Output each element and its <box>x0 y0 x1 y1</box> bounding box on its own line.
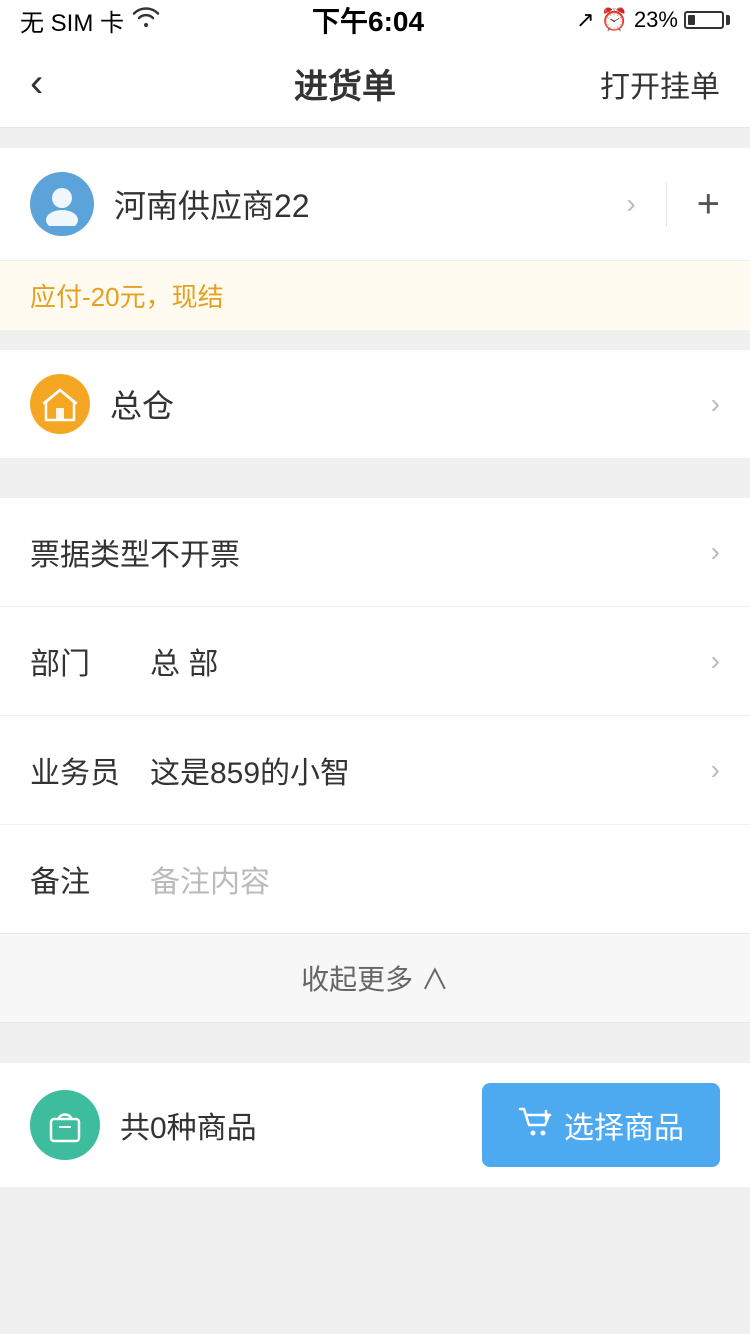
supplier-arrow-icon: › <box>626 188 635 220</box>
salesperson-value: 这是859的小智 <box>150 748 711 792</box>
department-value: 总 部 <box>150 639 711 683</box>
warehouse-section: 总仓 › <box>0 350 750 458</box>
supplier-row[interactable]: 河南供应商22 › + <box>0 148 750 261</box>
supplier-section: 河南供应商22 › + 应付-20元，现结 <box>0 148 750 330</box>
page-title: 进货单 <box>294 59 396 108</box>
add-supplier-button[interactable]: + <box>666 182 720 227</box>
form-section: 票据类型 不开票 › 部门 总 部 › 业务员 这是859的小智 › 备注 备注… <box>0 498 750 933</box>
product-count-text: 共0种商品 <box>120 1103 482 1147</box>
battery-icon <box>684 11 730 29</box>
salesperson-label: 业务员 <box>30 748 150 792</box>
department-label: 部门 <box>30 639 150 683</box>
select-product-button[interactable]: 选择商品 <box>482 1083 720 1167</box>
salesperson-arrow-icon: › <box>711 754 720 786</box>
status-time: 下午6:04 <box>312 0 424 40</box>
status-bar: 无 SIM 卡 下午6:04 ↗ ⏰ 23% <box>0 0 750 40</box>
battery-pct: 23% <box>634 7 678 33</box>
status-left: 无 SIM 卡 <box>20 3 160 38</box>
salesperson-row[interactable]: 业务员 这是859的小智 › <box>0 716 750 825</box>
wifi-icon <box>132 6 160 34</box>
separator-4 <box>0 1023 750 1043</box>
separator-2 <box>0 330 750 350</box>
collapse-button[interactable]: 收起更多 ∧ <box>0 933 750 1023</box>
location-icon: ↗ <box>576 7 594 33</box>
nav-bar: ‹ 进货单 打开挂单 <box>0 40 750 128</box>
warehouse-arrow-icon: › <box>711 388 720 420</box>
separator-1 <box>0 128 750 148</box>
department-arrow-icon: › <box>711 645 720 677</box>
product-bar: 共0种商品 选择商品 <box>0 1063 750 1187</box>
supplier-name: 河南供应商22 <box>114 181 626 227</box>
supplier-avatar <box>30 172 94 236</box>
separator-3 <box>0 458 750 478</box>
warehouse-name: 总仓 <box>110 381 711 427</box>
ticket-type-value: 不开票 <box>150 530 711 574</box>
status-right: ↗ ⏰ 23% <box>576 7 730 33</box>
warehouse-icon-wrap <box>30 374 90 434</box>
product-icon-wrap <box>30 1090 100 1160</box>
department-row[interactable]: 部门 总 部 › <box>0 607 750 716</box>
select-product-icon <box>518 1107 554 1144</box>
remark-label: 备注 <box>30 857 150 901</box>
open-pending-button[interactable]: 打开挂单 <box>600 62 720 106</box>
remark-row[interactable]: 备注 备注内容 <box>0 825 750 933</box>
ticket-type-label: 票据类型 <box>30 530 150 574</box>
warehouse-row[interactable]: 总仓 › <box>0 350 750 458</box>
alarm-icon: ⏰ <box>601 7 628 33</box>
back-button[interactable]: ‹ <box>30 61 90 106</box>
supplier-notice: 应付-20元，现结 <box>0 261 750 330</box>
select-product-label: 选择商品 <box>564 1103 684 1147</box>
carrier-text: 无 SIM 卡 <box>20 3 124 38</box>
ticket-arrow-icon: › <box>711 536 720 568</box>
ticket-type-row[interactable]: 票据类型 不开票 › <box>0 498 750 607</box>
remark-input[interactable]: 备注内容 <box>150 857 720 901</box>
